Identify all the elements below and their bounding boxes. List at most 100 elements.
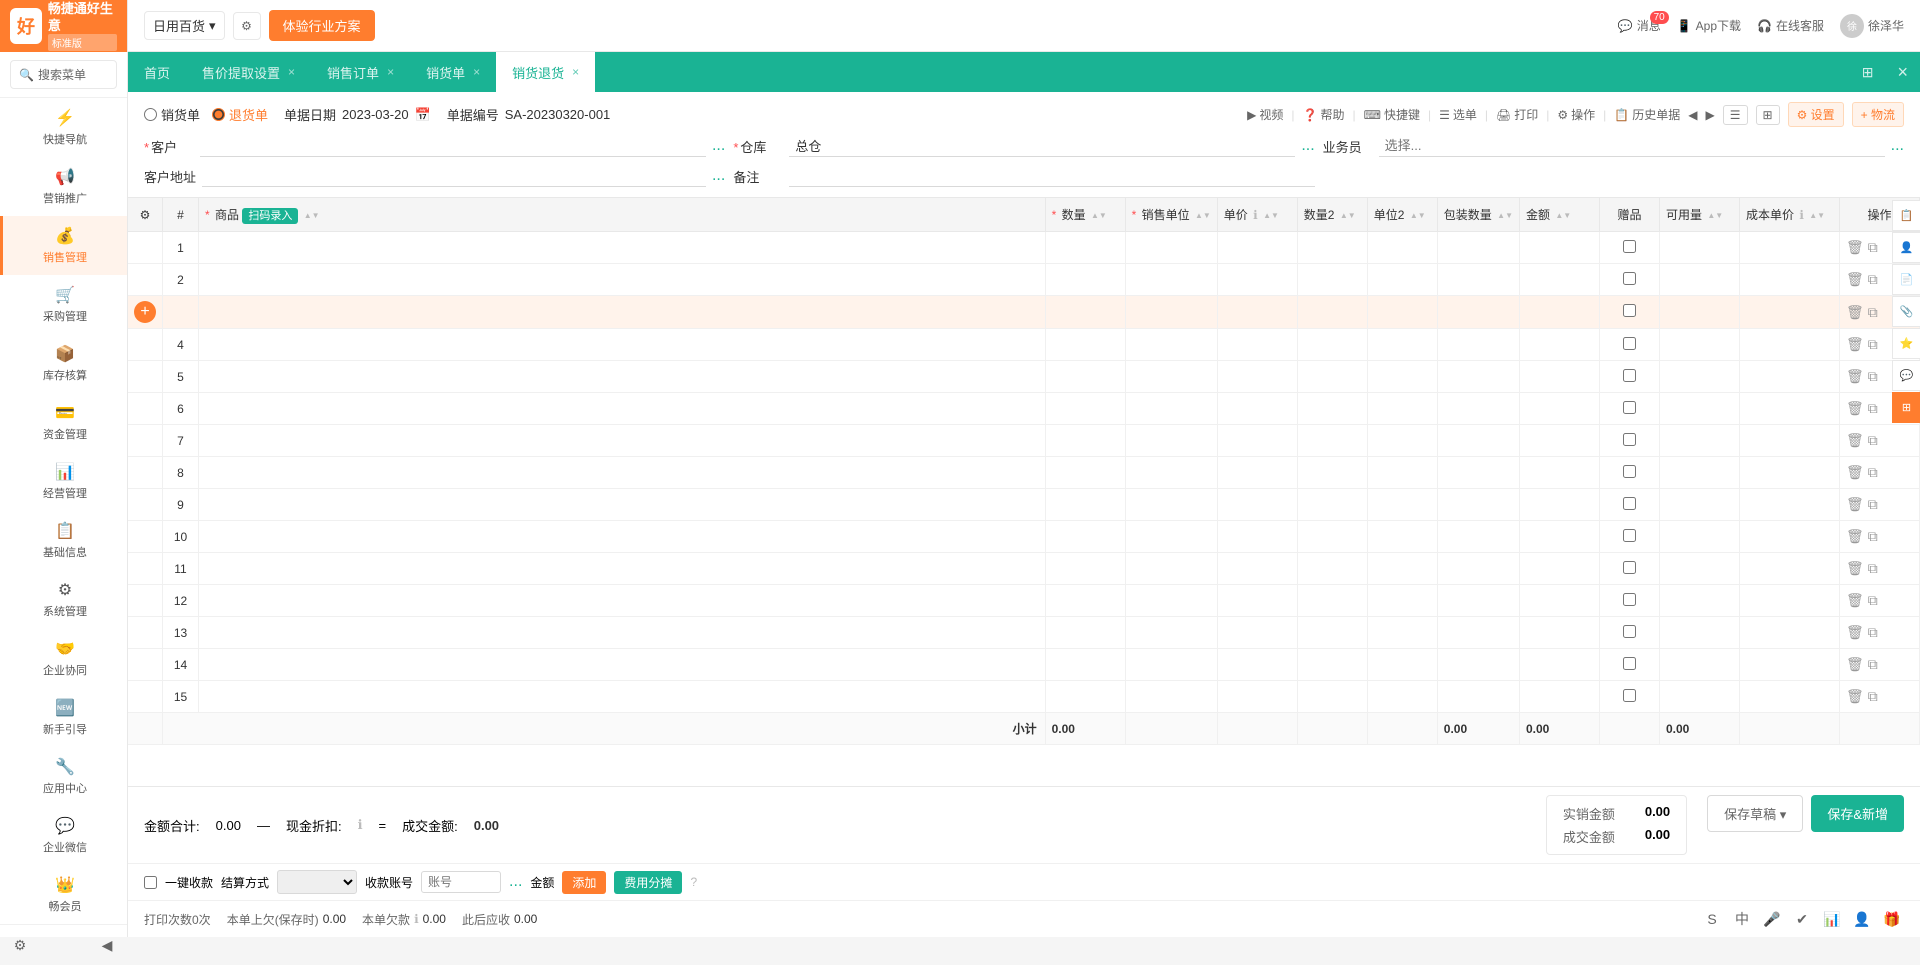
r14-cp[interactable]: ⧉ [1868,656,1878,673]
tab-return[interactable]: 销货退货 × [496,52,595,92]
r5-cp[interactable]: ⧉ [1868,368,1878,385]
fee-help-icon[interactable]: ? [690,875,697,889]
sidebar-item-wechat[interactable]: 💬 企业微信 [0,806,127,865]
radio-sale-input[interactable] [144,108,157,121]
doc-date-value[interactable]: 2023-03-20 [342,107,409,122]
r7-cp[interactable]: ⧉ [1868,432,1878,449]
row-1-gift[interactable] [1600,232,1660,264]
address-input[interactable] [202,165,706,187]
row-3-copy[interactable]: ⧉ [1868,304,1878,321]
row-1-available[interactable] [1660,232,1740,264]
row-2-amount[interactable] [1520,264,1600,296]
r7-del[interactable]: 🗑 [1846,432,1864,449]
row-3-price[interactable] [1217,296,1297,329]
tab-price-settings-close[interactable]: × [288,65,295,79]
row-3-delete[interactable]: 🗑 [1846,304,1864,321]
radio-return-input[interactable] [212,108,225,121]
r11-cp[interactable]: ⧉ [1868,560,1878,577]
sidebar-item-operation[interactable]: 📊 经营管理 [0,452,127,511]
r4-p[interactable] [199,329,1046,361]
th-available-sort[interactable]: ▲▼ [1707,211,1723,220]
nav-prev[interactable]: ◀ [1688,108,1697,122]
sidebar-item-inventory[interactable]: 📦 库存核算 [0,334,127,393]
right-tool-6[interactable]: 💬 [1892,360,1920,391]
th-qty-sort[interactable]: ▲▼ [1091,211,1107,220]
r11-del[interactable]: 🗑 [1846,560,1864,577]
right-tool-2[interactable]: 👤 [1892,232,1920,263]
r9-del[interactable]: 🗑 [1846,496,1864,513]
r9-cp[interactable]: ⧉ [1868,496,1878,513]
right-tool-3[interactable]: 📄 [1892,264,1920,295]
sidebar-item-purchase[interactable]: 🛒 采购管理 [0,275,127,334]
row-1-qty[interactable] [1045,232,1125,264]
view-grid[interactable]: ⊞ [1756,105,1780,125]
row-3-qty2[interactable] [1297,296,1367,329]
row-3-qty[interactable] [1045,296,1125,329]
right-tool-5[interactable]: ⭐ [1892,328,1920,359]
th-cost-info[interactable]: ℹ [1799,208,1804,222]
row-3-product-input[interactable] [205,305,1039,320]
row-2-product[interactable] [199,264,1046,296]
r10-del[interactable]: 🗑 [1846,528,1864,545]
sidebar-item-base[interactable]: 📋 基础信息 [0,511,127,570]
footer-icon-5[interactable]: 📊 [1820,907,1844,931]
user-menu-button[interactable]: 徐 徐泽华 [1840,14,1904,38]
fee-split-button[interactable]: 费用分摊 [614,871,682,894]
r10-cp[interactable]: ⧉ [1868,528,1878,545]
th-settings[interactable]: ⚙ [128,198,163,232]
r13-cp[interactable]: ⧉ [1868,624,1878,641]
row-3-amount[interactable] [1520,296,1600,329]
sidebar-item-system[interactable]: ⚙ 系统管理 [0,570,127,629]
customer-select-btn[interactable]: ... [712,137,725,155]
sidebar-item-quick[interactable]: ⚡ 快捷导航 [0,98,127,157]
tab-sales[interactable]: 销货单 × [410,52,496,92]
tab-return-close[interactable]: × [572,65,579,79]
form-settings-button[interactable]: ⚙ 设置 [1788,102,1844,127]
row-2-gift[interactable] [1600,264,1660,296]
sidebar-item-sales[interactable]: 💰 销售管理 [0,216,127,275]
print-action[interactable]: 🖨 打印 [1496,106,1538,123]
r15-del[interactable]: 🗑 [1846,688,1864,705]
sidebar-item-member[interactable]: 👑 畅会员 [0,865,127,924]
right-tool-1[interactable]: 📋 [1892,200,1920,231]
tab-home[interactable]: 首页 [128,52,186,92]
footer-icon-1[interactable]: S [1700,907,1724,931]
r12-cp[interactable]: ⧉ [1868,592,1878,609]
row-1-unit[interactable] [1125,232,1217,264]
address-select-btn[interactable]: ... [712,167,725,185]
search-menu-button[interactable]: 🔍 搜索菜单 [10,60,117,89]
row-1-price[interactable] [1217,232,1297,264]
one-click-checkbox[interactable] [144,876,157,889]
discount-info-icon[interactable]: ℹ [358,817,363,833]
r6-del[interactable]: 🗑 [1846,400,1864,417]
tab-sales-close[interactable]: × [473,65,480,79]
sidebar-item-finance[interactable]: 💳 资金管理 [0,393,127,452]
tabbar-grid-view[interactable]: ⊞ [1850,52,1886,92]
row-2-unit2[interactable] [1367,264,1437,296]
add-logistics-button[interactable]: + 物流 [1852,102,1904,127]
r13-del[interactable]: 🗑 [1846,624,1864,641]
r6-cp[interactable]: ⧉ [1868,400,1878,417]
row-3-available[interactable] [1660,296,1740,329]
account-input[interactable] [421,871,501,893]
warehouse-select-btn[interactable]: ... [1301,137,1314,155]
scan-enter-btn[interactable]: 扫码录入 [242,208,298,224]
shortcuts-action[interactable]: ⌨ 快捷键 [1364,106,1420,123]
r12-del[interactable]: 🗑 [1846,592,1864,609]
row-2-price[interactable] [1217,264,1297,296]
app-download-button[interactable]: 📱 App下载 [1677,17,1741,34]
th-product-sort[interactable]: ▲▼ [304,211,320,220]
footer-icon-4[interactable]: ✔ [1790,907,1814,931]
r15-cp[interactable]: ⧉ [1868,688,1878,705]
row-1-unit2[interactable] [1367,232,1437,264]
row-2-pkg[interactable] [1437,264,1519,296]
footer-icon-3[interactable]: 🎤 [1760,907,1784,931]
th-cost-sort[interactable]: ▲▼ [1809,211,1825,220]
row-1-pkg[interactable] [1437,232,1519,264]
sidebar-item-app[interactable]: 🔧 应用中心 [0,747,127,806]
add-payment-button[interactable]: 添加 [562,871,606,894]
row-1-qty2[interactable] [1297,232,1367,264]
nav-next[interactable]: ▶ [1706,108,1715,122]
r4-del[interactable]: 🗑 [1846,336,1864,353]
row-2-available[interactable] [1660,264,1740,296]
